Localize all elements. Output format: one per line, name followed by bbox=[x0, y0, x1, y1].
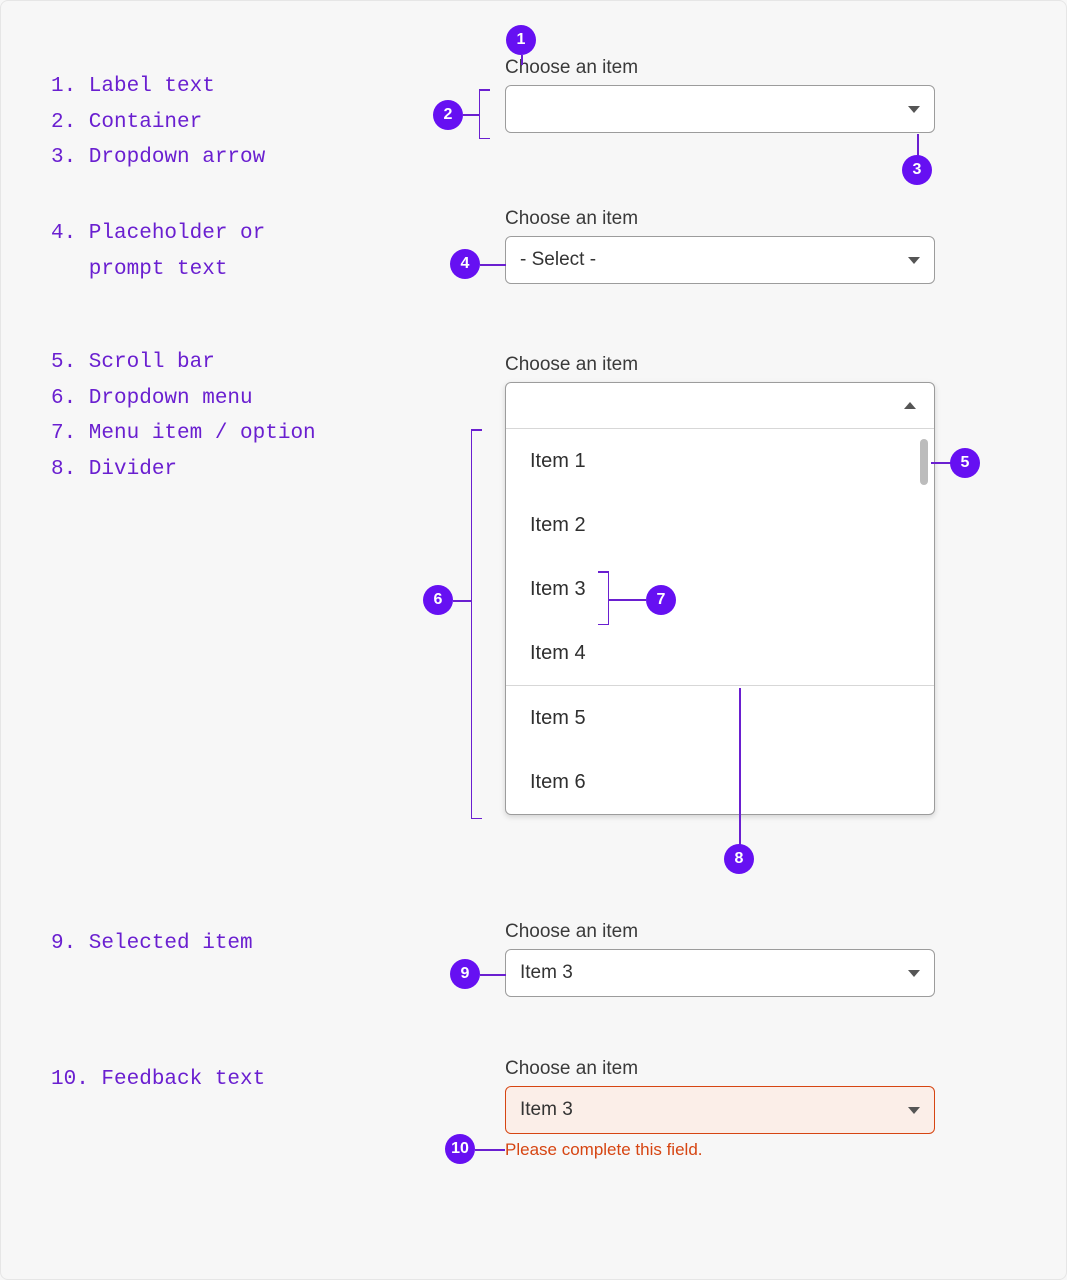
menu-item[interactable]: Item 1 bbox=[506, 429, 934, 493]
chevron-down-icon bbox=[908, 1107, 920, 1114]
menu-item[interactable]: Item 6 bbox=[506, 750, 934, 814]
annotation-badge-9: 9 bbox=[450, 959, 480, 989]
dropdown-container[interactable]: Item 3 bbox=[505, 949, 935, 997]
dropdown-example-error: Choose an item Item 3 Please complete th… bbox=[505, 1058, 935, 1160]
dropdown-header[interactable] bbox=[506, 383, 934, 429]
menu-item-label: Item 2 bbox=[530, 514, 586, 537]
chevron-down-icon bbox=[908, 257, 920, 264]
menu-item-label: Item 4 bbox=[530, 642, 586, 665]
legend-group-1: 1. Label text 2. Container 3. Dropdown a… bbox=[51, 69, 265, 176]
chevron-up-icon bbox=[904, 402, 916, 409]
dropdown-container-error[interactable]: Item 3 bbox=[505, 1086, 935, 1134]
legend-group-5: 5. Scroll bar 6. Dropdown menu 7. Menu i… bbox=[51, 345, 316, 488]
dropdown-label: Choose an item bbox=[505, 57, 935, 79]
legend-group-4: 4. Placeholder or prompt text bbox=[51, 216, 265, 287]
menu-item-label: Item 5 bbox=[530, 707, 586, 730]
annotation-line bbox=[609, 599, 646, 601]
annotation-line bbox=[480, 974, 506, 976]
annotation-badge-1: 1 bbox=[506, 25, 536, 55]
chevron-down-icon bbox=[908, 970, 920, 977]
annotation-badge-2: 2 bbox=[433, 100, 463, 130]
menu-item[interactable]: Item 5 bbox=[506, 686, 934, 750]
dropdown-label: Choose an item bbox=[505, 354, 935, 376]
annotation-badge-5: 5 bbox=[950, 448, 980, 478]
annotation-badge-3: 3 bbox=[902, 155, 932, 185]
chevron-down-icon bbox=[908, 106, 920, 113]
menu-item[interactable]: Item 2 bbox=[506, 493, 934, 557]
annotation-bracket bbox=[599, 571, 609, 625]
annotation-line bbox=[480, 264, 506, 266]
dropdown-example-open: Choose an item Item 1 Item 2 Item 3 Item… bbox=[505, 354, 935, 815]
annotation-line bbox=[739, 688, 741, 845]
annotation-line bbox=[475, 1149, 505, 1151]
annotation-bracket bbox=[479, 89, 480, 139]
annotation-bracket bbox=[471, 429, 472, 819]
menu-item-label: Item 3 bbox=[530, 578, 586, 601]
menu-item-label: Item 6 bbox=[530, 771, 586, 794]
dropdown-example-empty: Choose an item bbox=[505, 57, 935, 133]
feedback-text: Please complete this field. bbox=[505, 1140, 935, 1160]
annotation-line bbox=[453, 600, 471, 602]
dropdown-example-selected: Choose an item Item 3 bbox=[505, 921, 935, 997]
annotation-badge-8: 8 bbox=[724, 844, 754, 874]
legend-group-9: 9. Selected item bbox=[51, 926, 253, 962]
menu-item[interactable]: Item 3 bbox=[506, 557, 934, 621]
annotation-badge-10: 10 bbox=[445, 1134, 475, 1164]
dropdown-example-placeholder: Choose an item - Select - bbox=[505, 208, 935, 284]
menu-item[interactable]: Item 4 bbox=[506, 621, 934, 685]
dropdown-container[interactable] bbox=[505, 85, 935, 133]
annotation-badge-7: 7 bbox=[646, 585, 676, 615]
scrollbar-thumb[interactable] bbox=[920, 439, 928, 485]
dropdown-menu-items: Item 1 Item 2 Item 3 Item 4 Item 5 Item … bbox=[506, 429, 934, 814]
annotation-line bbox=[931, 462, 951, 464]
dropdown-placeholder: - Select - bbox=[520, 249, 596, 271]
menu-item-label: Item 1 bbox=[530, 450, 586, 473]
annotation-line bbox=[917, 134, 919, 156]
annotation-badge-4: 4 bbox=[450, 249, 480, 279]
dropdown-menu: Item 1 Item 2 Item 3 Item 4 Item 5 Item … bbox=[505, 382, 935, 815]
legend-group-10: 10. Feedback text bbox=[51, 1062, 265, 1098]
annotation-line bbox=[521, 55, 523, 65]
dropdown-label: Choose an item bbox=[505, 208, 935, 230]
dropdown-selected-value: Item 3 bbox=[520, 962, 573, 984]
dropdown-label: Choose an item bbox=[505, 921, 935, 943]
annotation-line bbox=[463, 114, 479, 116]
annotation-badge-6: 6 bbox=[423, 585, 453, 615]
dropdown-label: Choose an item bbox=[505, 1058, 935, 1080]
dropdown-selected-value: Item 3 bbox=[520, 1099, 573, 1121]
dropdown-container[interactable]: - Select - bbox=[505, 236, 935, 284]
